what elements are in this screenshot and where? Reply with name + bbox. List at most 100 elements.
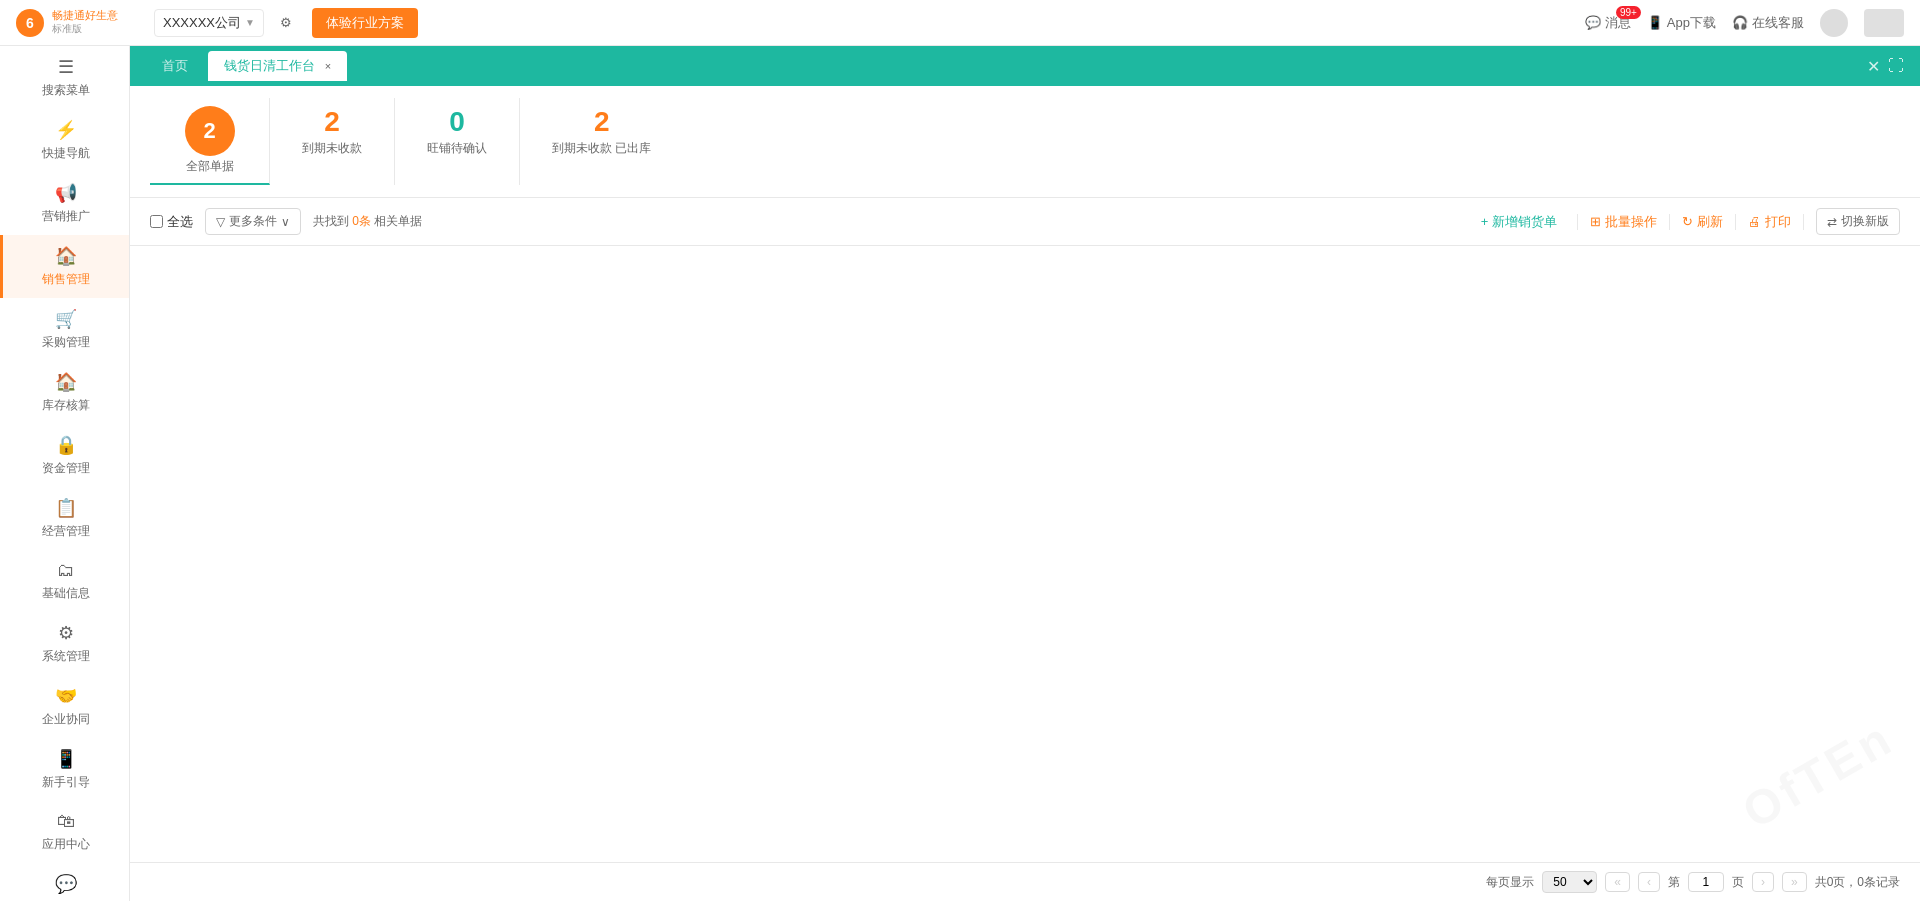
inventory-icon: 🏠 (55, 371, 77, 393)
filter-icon: ▽ (216, 215, 225, 229)
sidebar-item-quick-nav[interactable]: ⚡ 快捷导航 (0, 109, 129, 172)
message-btn[interactable]: 💬 消息 99+ (1585, 14, 1631, 32)
message-icon: 💬 (1585, 15, 1601, 30)
system-icon: ⚙ (58, 622, 74, 644)
summary-num-all: 2 (185, 106, 235, 156)
sidebar-label-operations: 经营管理 (42, 523, 90, 540)
user-info[interactable] (1864, 9, 1904, 37)
sidebar-item-search-menu[interactable]: ☰ 搜索菜单 (0, 46, 129, 109)
print-icon: 🖨 (1748, 214, 1761, 229)
sidebar-item-sales[interactable]: 🏠 销售管理 (0, 235, 129, 298)
sidebar-label-basic-info: 基础信息 (42, 585, 90, 602)
lightning-icon: ⚡ (55, 119, 77, 141)
refresh-icon: ↻ (1682, 214, 1693, 229)
divider-4 (1803, 214, 1804, 230)
sidebar-item-marketing[interactable]: 📢 营销推广 (0, 172, 129, 235)
sidebar-label-sales: 销售管理 (42, 271, 90, 288)
sidebar-item-enterprise[interactable]: 🤝 企业协同 (0, 675, 129, 738)
found-suffix: 相关单据 (374, 214, 422, 228)
divider-1 (1577, 214, 1578, 230)
sidebar-item-system[interactable]: ⚙ 系统管理 (0, 612, 129, 675)
sidebar-label-quick-nav: 快捷导航 (42, 145, 90, 162)
select-all-checkbox[interactable]: 全选 (150, 213, 193, 231)
sidebar-item-finance[interactable]: 🔒 资金管理 (0, 424, 129, 487)
tab-close-icon[interactable]: × (325, 60, 331, 72)
sidebar-item-guide[interactable]: 📱 新手引导 (0, 738, 129, 801)
tab-bar: 首页 钱货日清工作台 × ✕ ⛶ (130, 46, 1920, 86)
app-download-btn[interactable]: 📱 App下载 (1647, 14, 1716, 32)
header-right: 💬 消息 99+ 📱 App下载 🎧 在线客服 (1585, 9, 1904, 37)
sidebar-label-guide: 新手引导 (42, 774, 90, 791)
sidebar-label-marketing: 营销推广 (42, 208, 90, 225)
batch-btn[interactable]: ⊞ 批量操作 (1590, 213, 1657, 231)
operations-icon: 📋 (55, 497, 77, 519)
trial-button[interactable]: 体验行业方案 (312, 8, 418, 38)
table-area: OfTEn (130, 246, 1920, 862)
tab-home[interactable]: 首页 (146, 51, 204, 81)
sidebar-item-inventory[interactable]: 🏠 库存核算 (0, 361, 129, 424)
batch-icon: ⊞ (1590, 214, 1601, 229)
main-content: 首页 钱货日清工作台 × ✕ ⛶ 2 全部单据 2 到期未收款 (130, 46, 1920, 901)
sidebar-item-purchase[interactable]: 🛒 采购管理 (0, 298, 129, 361)
summary-label-overdue: 到期未收款 (302, 140, 362, 157)
select-all-label: 全选 (167, 213, 193, 231)
window-close-btn[interactable]: ✕ (1867, 57, 1880, 76)
tab-current[interactable]: 钱货日清工作台 × (208, 51, 347, 81)
page-suffix: 页 (1732, 874, 1744, 891)
per-page-label: 每页显示 (1486, 874, 1534, 891)
marketing-icon: 📢 (55, 182, 77, 204)
refresh-label: 刷新 (1697, 213, 1723, 231)
settings-icon[interactable]: ⚙ (272, 9, 300, 37)
found-count: 0条 (352, 214, 371, 228)
next-page-btn[interactable]: › (1752, 872, 1774, 892)
add-btn[interactable]: + 新增销货单 (1473, 209, 1565, 235)
sidebar-item-basic-info[interactable]: 🗂 基础信息 (0, 550, 129, 612)
switch-version-btn[interactable]: ⇄ 切换新版 (1816, 208, 1900, 235)
summary-card-all[interactable]: 2 全部单据 (150, 98, 270, 185)
summary-num-overdue: 2 (324, 106, 340, 138)
filter-chevron-icon: ∨ (281, 215, 290, 229)
guide-icon: 📱 (55, 748, 77, 770)
company-name: XXXXXX公司 (163, 14, 241, 32)
watermark: OfTEn (1733, 710, 1903, 840)
online-service-btn[interactable]: 🎧 在线客服 (1732, 14, 1804, 32)
refresh-btn[interactable]: ↻ 刷新 (1682, 213, 1723, 231)
pagination: 每页显示 50 100 200 « ‹ 第 页 › » 共0页，0条记录 (130, 862, 1920, 901)
window-maximize-btn[interactable]: ⛶ (1888, 57, 1904, 76)
enterprise-icon: 🤝 (55, 685, 77, 707)
toolbar-right: + 新增销货单 ⊞ 批量操作 ↻ 刷新 🖨 打印 (1473, 208, 1900, 235)
summary-num-unshipped: 2 (594, 106, 610, 138)
sidebar-item-app-center[interactable]: 🛍 应用中心 (0, 801, 129, 863)
avatar[interactable] (1820, 9, 1848, 37)
last-page-btn[interactable]: » (1782, 872, 1807, 892)
company-selector[interactable]: XXXXXX公司 ▼ (154, 9, 264, 37)
summary-card-unshipped[interactable]: 2 到期未收款 已出库 (520, 98, 683, 185)
summary-num-pending: 0 (449, 106, 465, 138)
switch-icon: ⇄ (1827, 215, 1837, 229)
sidebar-item-wechat[interactable]: 💬 企业微信 (0, 863, 129, 901)
summary-cards: 2 全部单据 2 到期未收款 0 旺铺待确认 2 到期未收款 已出库 (130, 86, 1920, 198)
wechat-icon: 💬 (55, 873, 77, 895)
online-service-label: 在线客服 (1752, 14, 1804, 32)
per-page-select[interactable]: 50 100 200 (1542, 871, 1597, 893)
select-all-input[interactable] (150, 215, 163, 228)
switch-label: 切换新版 (1841, 213, 1889, 230)
filter-label: 更多条件 (229, 213, 277, 230)
page-number-input[interactable] (1688, 872, 1724, 892)
app-download-label: App下载 (1667, 14, 1716, 32)
summary-card-pending[interactable]: 0 旺铺待确认 (395, 98, 520, 185)
sidebar: ☰ 搜索菜单 ⚡ 快捷导航 📢 营销推广 🏠 销售管理 🛒 采购管理 🏠 库存核… (0, 46, 130, 901)
filter-button[interactable]: ▽ 更多条件 ∨ (205, 208, 301, 235)
summary-card-overdue[interactable]: 2 到期未收款 (270, 98, 395, 185)
summary-label-all: 全部单据 (186, 158, 234, 175)
chevron-down-icon: ▼ (245, 17, 255, 28)
toolbar-left: 全选 ▽ 更多条件 ∨ 共找到 0条 相关单据 (150, 208, 1461, 235)
sidebar-label-enterprise: 企业协同 (42, 711, 90, 728)
purchase-icon: 🛒 (55, 308, 77, 330)
first-page-btn[interactable]: « (1605, 872, 1630, 892)
prev-page-btn[interactable]: ‹ (1638, 872, 1660, 892)
finance-icon: 🔒 (55, 434, 77, 456)
print-btn[interactable]: 🖨 打印 (1748, 213, 1791, 231)
message-badge: 99+ (1616, 6, 1641, 19)
sidebar-item-operations[interactable]: 📋 经营管理 (0, 487, 129, 550)
